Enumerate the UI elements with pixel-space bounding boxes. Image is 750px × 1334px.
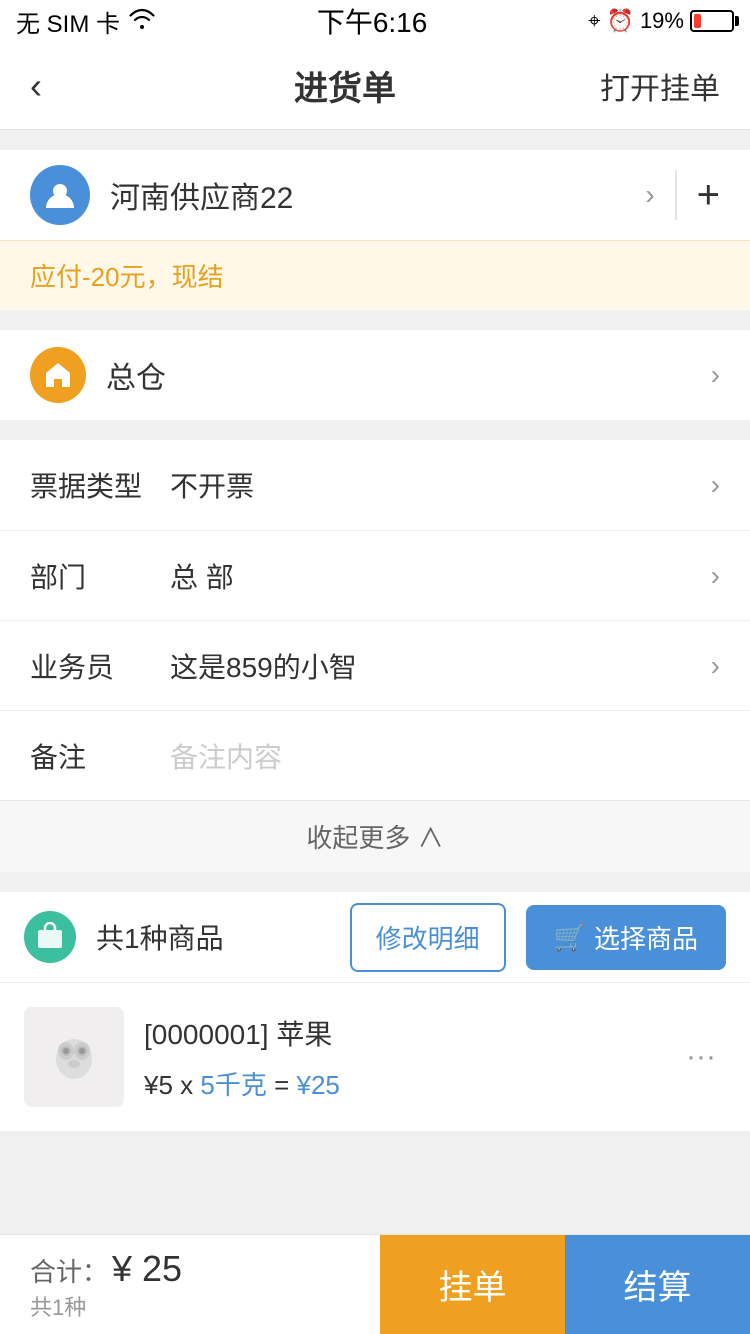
- wifi-icon: [128, 7, 156, 36]
- add-supplier-button[interactable]: +: [697, 173, 720, 218]
- battery-icon: [690, 10, 734, 32]
- product-title: 苹果: [276, 1019, 332, 1050]
- supplier-avatar: [30, 165, 90, 225]
- notice-banner: 应付-20元，现结: [0, 240, 750, 310]
- total-label: 合计：: [30, 1252, 108, 1289]
- salesman-row[interactable]: 业务员 这是859的小智 ›: [0, 620, 750, 710]
- product-info: [0000001] 苹果 ¥5 x 5千克 = ¥25: [144, 1013, 676, 1102]
- form-section: 票据类型 不开票 › 部门 总 部 › 业务员 这是859的小智 › 备注 备注…: [0, 440, 750, 800]
- footer-spacer: [0, 1131, 750, 1231]
- total-count: 共1种: [30, 1290, 350, 1322]
- section-gap-3: [0, 420, 750, 440]
- supplier-name: 河南供应商22: [110, 173, 635, 217]
- product-thumbnail: [24, 1007, 124, 1107]
- status-left: 无 SIM 卡: [16, 4, 156, 39]
- remark-label: 备注: [30, 736, 160, 776]
- product-item: [0000001] 苹果 ¥5 x 5千克 = ¥25 ···: [0, 982, 750, 1131]
- product-name: [0000001] 苹果: [144, 1013, 676, 1053]
- dept-chevron-icon: ›: [711, 560, 720, 592]
- supplier-row[interactable]: 河南供应商22 › +: [0, 150, 750, 240]
- divider: [675, 170, 677, 220]
- status-bar: 无 SIM 卡 下午6:16 ⌖ ⏰ 19%: [0, 0, 750, 42]
- total-section: 合计： ¥ 25 共1种: [0, 1248, 380, 1322]
- section-gap-1: [0, 130, 750, 150]
- supplier-section: 河南供应商22 › + 应付-20元，现结: [0, 150, 750, 310]
- back-button[interactable]: ‹: [30, 65, 90, 107]
- warehouse-chevron-icon: ›: [711, 359, 720, 391]
- edit-detail-button[interactable]: 修改明细: [350, 903, 506, 972]
- select-product-label: 选择商品: [594, 919, 698, 956]
- salesman-chevron-icon: ›: [711, 650, 720, 682]
- carrier-text: 无 SIM 卡: [16, 4, 120, 39]
- invoice-type-value: 不开票: [160, 465, 701, 505]
- dept-value: 总 部: [160, 556, 701, 596]
- location-icon: ⌖: [588, 8, 600, 34]
- products-count: 共1种商品: [96, 917, 330, 957]
- item-total: ¥25: [296, 1070, 339, 1100]
- invoice-type-label: 票据类型: [30, 465, 160, 505]
- invoice-chevron-icon: ›: [711, 469, 720, 501]
- warehouse-name: 总仓: [106, 353, 701, 397]
- chevron-right-icon: ›: [645, 179, 654, 211]
- salesman-value: 这是859的小智: [160, 646, 701, 686]
- warehouse-icon: [30, 347, 86, 403]
- product-price: ¥5 x 5千克 = ¥25: [144, 1065, 676, 1102]
- warehouse-section: 总仓 ›: [0, 330, 750, 420]
- products-header: 共1种商品 修改明细 🛒 选择商品: [0, 892, 750, 982]
- more-options-button[interactable]: ···: [676, 1030, 726, 1084]
- unit-price: ¥5: [144, 1070, 173, 1100]
- select-product-button[interactable]: 🛒 选择商品: [526, 905, 726, 970]
- battery-percent: 19%: [640, 8, 684, 34]
- remark-input[interactable]: 备注内容: [160, 736, 720, 776]
- dept-label: 部门: [30, 556, 160, 596]
- collapse-text: 收起更多 ∧: [306, 818, 443, 855]
- product-code: [0000001]: [144, 1019, 269, 1050]
- status-right: ⌖ ⏰ 19%: [588, 8, 734, 34]
- section-gap-2: [0, 310, 750, 330]
- hold-order-button[interactable]: 挂单: [380, 1235, 565, 1334]
- nav-bar: ‹ 进货单 打开挂单: [0, 42, 750, 130]
- warehouse-row[interactable]: 总仓 ›: [0, 330, 750, 420]
- products-icon: [24, 911, 76, 963]
- bottom-toolbar: 合计： ¥ 25 共1种 挂单 结算: [0, 1234, 750, 1334]
- open-hold-button[interactable]: 打开挂单: [600, 64, 720, 108]
- salesman-label: 业务员: [30, 646, 160, 686]
- cart-icon: 🛒: [554, 922, 586, 953]
- dept-row[interactable]: 部门 总 部 ›: [0, 530, 750, 620]
- status-time: 下午6:16: [317, 1, 428, 41]
- total-amount: ¥ 25: [112, 1248, 182, 1290]
- invoice-type-row[interactable]: 票据类型 不开票 ›: [0, 440, 750, 530]
- page-title: 进货单: [294, 61, 396, 110]
- settle-button[interactable]: 结算: [565, 1235, 750, 1334]
- remark-row[interactable]: 备注 备注内容: [0, 710, 750, 800]
- quantity: 5千克: [200, 1070, 266, 1100]
- section-gap-4: [0, 872, 750, 892]
- collapse-button[interactable]: 收起更多 ∧: [0, 800, 750, 872]
- alarm-icon: ⏰: [607, 8, 634, 34]
